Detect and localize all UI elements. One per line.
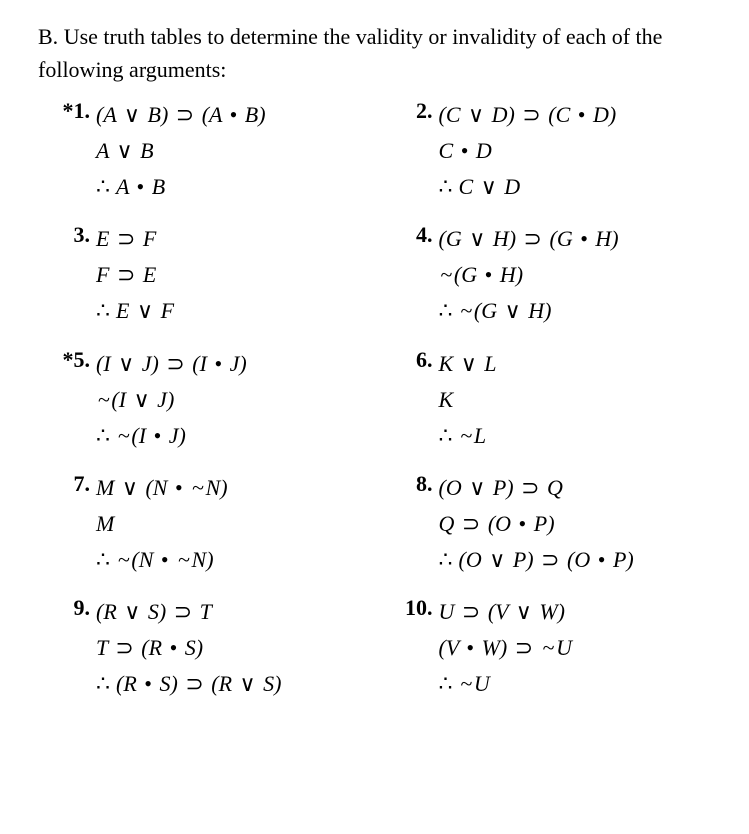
premise: M: [96, 507, 228, 541]
problem-number: 10.: [399, 595, 439, 621]
problem-5: *5. (I ∨ J) ⊃ (I • J) ~(I ∨ J) ∴~(I • J): [56, 347, 379, 453]
problem-number: 6.: [399, 347, 439, 373]
problem-argument: (I ∨ J) ⊃ (I • J) ~(I ∨ J) ∴~(I • J): [96, 347, 247, 453]
therefore-symbol: ∴: [439, 170, 453, 204]
conclusion: ∴C ∨ D: [439, 170, 617, 204]
premise: K: [439, 383, 497, 417]
premise: ~(G • H): [439, 258, 619, 292]
conclusion: ∴(O ∨ P) ⊃ (O • P): [439, 543, 634, 577]
premise: M ∨ (N • ~N): [96, 471, 228, 505]
premise: F ⊃ E: [96, 258, 174, 292]
premise: A ∨ B: [96, 134, 266, 168]
premise: (I ∨ J) ⊃ (I • J): [96, 347, 247, 381]
premise: (V • W) ⊃ ~U: [439, 631, 572, 665]
premise: K ∨ L: [439, 347, 497, 381]
conclusion: ∴~(N • ~N): [96, 543, 228, 577]
premise: Q ⊃ (O • P): [439, 507, 634, 541]
problem-number: *5.: [56, 347, 96, 373]
conclusion: ∴~L: [439, 419, 497, 453]
problem-argument: K ∨ L K ∴~L: [439, 347, 497, 453]
problem-number: 2.: [399, 98, 439, 124]
conclusion: ∴A • B: [96, 170, 266, 204]
premise: ~(I ∨ J): [96, 383, 247, 417]
therefore-symbol: ∴: [439, 419, 453, 453]
therefore-symbol: ∴: [96, 170, 110, 204]
problem-4: 4. (G ∨ H) ⊃ (G • H) ~(G • H) ∴~(G ∨ H): [399, 222, 722, 328]
problems-grid: *1. (A ∨ B) ⊃ (A • B) A ∨ B ∴A • B 2. (C…: [38, 98, 721, 701]
therefore-symbol: ∴: [439, 667, 453, 701]
problem-argument: (A ∨ B) ⊃ (A • B) A ∨ B ∴A • B: [96, 98, 266, 204]
conclusion: ∴~(G ∨ H): [439, 294, 619, 328]
problem-argument: (C ∨ D) ⊃ (C • D) C • D ∴C ∨ D: [439, 98, 617, 204]
problem-9: 9. (R ∨ S) ⊃ T T ⊃ (R • S) ∴(R • S) ⊃ (R…: [56, 595, 379, 701]
therefore-symbol: ∴: [439, 294, 453, 328]
therefore-symbol: ∴: [439, 543, 453, 577]
premise: (A ∨ B) ⊃ (A • B): [96, 98, 266, 132]
section-instructions: Use truth tables to determine the validi…: [38, 24, 662, 82]
premise: E ⊃ F: [96, 222, 174, 256]
conclusion: ∴E ∨ F: [96, 294, 174, 328]
section-label: B.: [38, 24, 58, 49]
problem-argument: U ⊃ (V ∨ W) (V • W) ⊃ ~U ∴~U: [439, 595, 572, 701]
problem-2: 2. (C ∨ D) ⊃ (C • D) C • D ∴C ∨ D: [399, 98, 722, 204]
premise: C • D: [439, 134, 617, 168]
problem-number: *1.: [56, 98, 96, 124]
problem-argument: (R ∨ S) ⊃ T T ⊃ (R • S) ∴(R • S) ⊃ (R ∨ …: [96, 595, 281, 701]
premise: (R ∨ S) ⊃ T: [96, 595, 281, 629]
therefore-symbol: ∴: [96, 419, 110, 453]
problem-6: 6. K ∨ L K ∴~L: [399, 347, 722, 453]
problem-argument: M ∨ (N • ~N) M ∴~(N • ~N): [96, 471, 228, 577]
section-intro: B. Use truth tables to determine the val…: [38, 20, 721, 86]
therefore-symbol: ∴: [96, 294, 110, 328]
premise: (C ∨ D) ⊃ (C • D): [439, 98, 617, 132]
problem-1: *1. (A ∨ B) ⊃ (A • B) A ∨ B ∴A • B: [56, 98, 379, 204]
conclusion: ∴(R • S) ⊃ (R ∨ S): [96, 667, 281, 701]
problem-number: 8.: [399, 471, 439, 497]
problem-argument: (O ∨ P) ⊃ Q Q ⊃ (O • P) ∴(O ∨ P) ⊃ (O • …: [439, 471, 634, 577]
conclusion: ∴~(I • J): [96, 419, 247, 453]
problem-number: 4.: [399, 222, 439, 248]
problem-3: 3. E ⊃ F F ⊃ E ∴E ∨ F: [56, 222, 379, 328]
conclusion: ∴~U: [439, 667, 572, 701]
problem-argument: (G ∨ H) ⊃ (G • H) ~(G • H) ∴~(G ∨ H): [439, 222, 619, 328]
therefore-symbol: ∴: [96, 543, 110, 577]
premise: (G ∨ H) ⊃ (G • H): [439, 222, 619, 256]
problem-number: 7.: [56, 471, 96, 497]
problem-8: 8. (O ∨ P) ⊃ Q Q ⊃ (O • P) ∴(O ∨ P) ⊃ (O…: [399, 471, 722, 577]
premise: T ⊃ (R • S): [96, 631, 281, 665]
problem-number: 3.: [56, 222, 96, 248]
premise: U ⊃ (V ∨ W): [439, 595, 572, 629]
problem-number: 9.: [56, 595, 96, 621]
problem-argument: E ⊃ F F ⊃ E ∴E ∨ F: [96, 222, 174, 328]
therefore-symbol: ∴: [96, 667, 110, 701]
problem-10: 10. U ⊃ (V ∨ W) (V • W) ⊃ ~U ∴~U: [399, 595, 722, 701]
premise: (O ∨ P) ⊃ Q: [439, 471, 634, 505]
problem-7: 7. M ∨ (N • ~N) M ∴~(N • ~N): [56, 471, 379, 577]
